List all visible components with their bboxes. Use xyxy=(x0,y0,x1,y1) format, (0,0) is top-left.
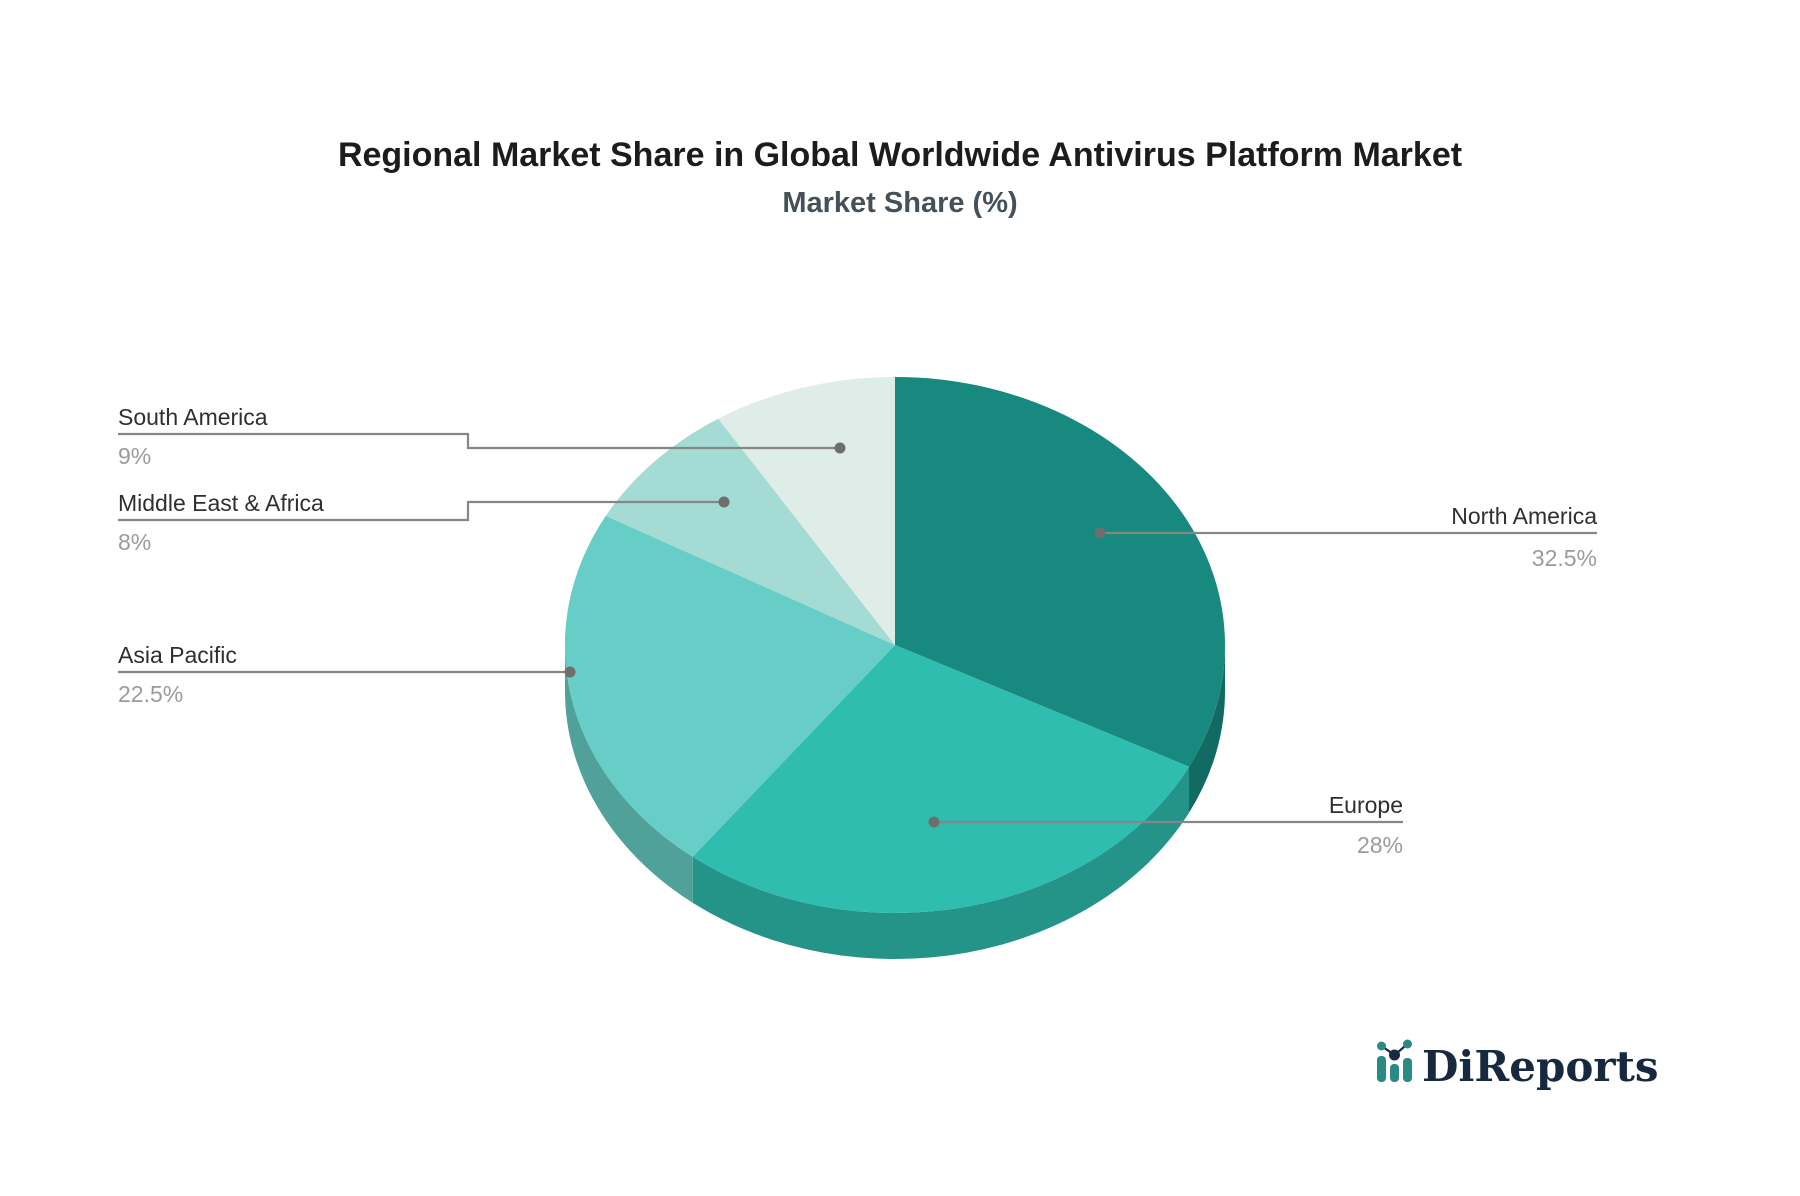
label-south-america: South America xyxy=(118,404,268,430)
value-south-america: 9% xyxy=(118,443,151,469)
logo: DiReports xyxy=(1377,1039,1659,1091)
value-asia-pacific: 22.5% xyxy=(118,681,183,707)
logo-text: DiReports xyxy=(1422,1042,1659,1091)
pie-chart xyxy=(564,377,1225,960)
value-north-america: 32.5% xyxy=(1532,545,1597,571)
label-north-america: North America xyxy=(1451,503,1597,529)
leader-dot-europe xyxy=(928,816,940,828)
chart-subtitle: Market Share (%) xyxy=(782,187,1017,219)
chart-svg: Regional Market Share in Global Worldwid… xyxy=(118,136,1659,1091)
chart-page: Regional Market Share in Global Worldwid… xyxy=(0,0,1800,1196)
label-europe: Europe xyxy=(1329,792,1403,818)
leader-dot-asia-pacific xyxy=(564,666,576,678)
leader-dot-north-america xyxy=(1094,527,1106,539)
leader-dot-south-america xyxy=(834,442,846,454)
value-europe: 28% xyxy=(1357,832,1403,858)
bar-chart-trend-icon xyxy=(1377,1039,1412,1082)
label-middle-east-africa: Middle East & Africa xyxy=(118,490,324,516)
chart-title: Regional Market Share in Global Worldwid… xyxy=(338,136,1462,174)
value-middle-east-africa: 8% xyxy=(118,529,151,555)
label-asia-pacific: Asia Pacific xyxy=(118,642,237,668)
leader-dot-middle-east-africa xyxy=(718,496,730,508)
